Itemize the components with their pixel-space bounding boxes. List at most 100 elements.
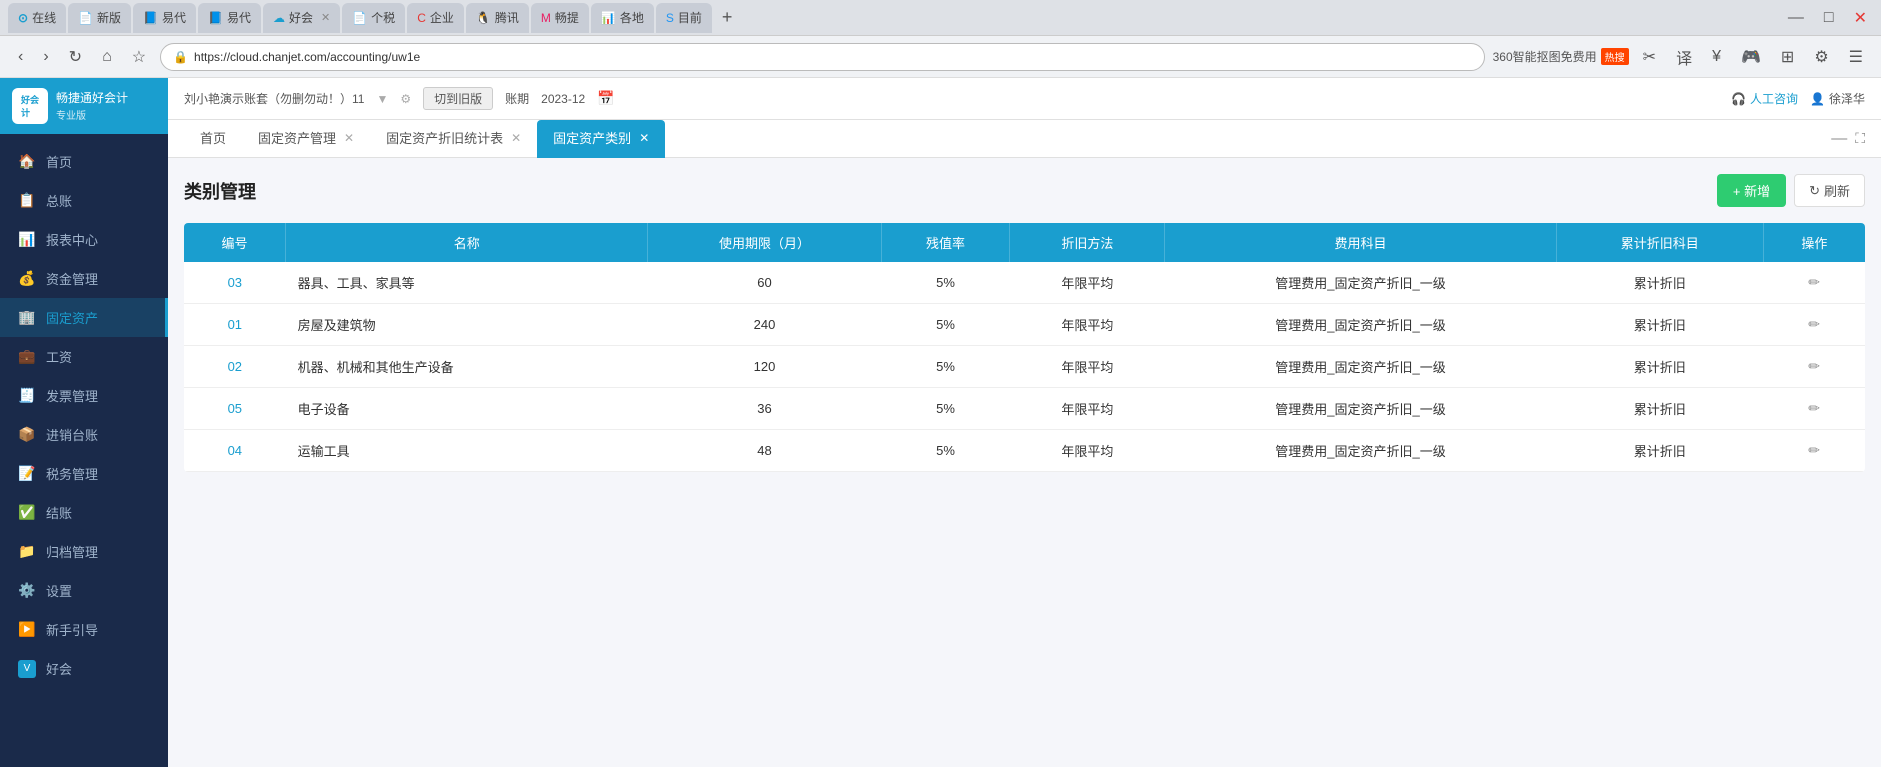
sidebar-item-guide[interactable]: ▶️ 新手引导 bbox=[0, 610, 168, 649]
cell-code-1[interactable]: 01 bbox=[184, 304, 286, 346]
period-label: 账期 bbox=[505, 90, 529, 107]
tab-close-stats[interactable]: ✕ bbox=[511, 131, 521, 145]
app-wrapper: 好会计 畅捷通好会计 专业版 🏠 首页 📋 总账 📊 报表中心 💰 资金 bbox=[0, 78, 1881, 767]
sidebar-item-reports[interactable]: 📊 报表中心 bbox=[0, 220, 168, 259]
bookmark-button[interactable]: ☆ bbox=[126, 43, 152, 71]
sidebar-item-archive[interactable]: 📁 归档管理 bbox=[0, 532, 168, 571]
browser-chrome: ⊙ 在线 📄 新版 📘 易代 📘 易代 ☁ 好会 ✕ 📄 个税 C 企业 bbox=[0, 0, 1881, 36]
sidebar-item-general-ledger[interactable]: 📋 总账 bbox=[0, 181, 168, 220]
cell-method-2: 年限平均 bbox=[1010, 346, 1165, 388]
sidebar-item-payroll[interactable]: 💼 工资 bbox=[0, 337, 168, 376]
settings-button[interactable]: ⚙ bbox=[1808, 43, 1834, 71]
cell-name-1: 房屋及建筑物 bbox=[286, 304, 648, 346]
tab-close-categories[interactable]: ✕ bbox=[639, 131, 649, 145]
forward-button[interactable]: › bbox=[37, 44, 54, 70]
cell-code-3[interactable]: 05 bbox=[184, 388, 286, 430]
page-title-bar: 类别管理 + 新增 ↻ 刷新 bbox=[184, 174, 1865, 207]
table-header-row: 编号 名称 使用期限（月） 残值率 折旧方法 费用科目 累计折旧科目 操作 bbox=[184, 223, 1865, 262]
layout-button[interactable]: ⊞ bbox=[1775, 43, 1800, 71]
cell-code-4[interactable]: 04 bbox=[184, 430, 286, 472]
sidebar-item-invoices[interactable]: 🧾 发票管理 bbox=[0, 376, 168, 415]
archive-icon: 📁 bbox=[18, 543, 36, 561]
browser-tab-muqian[interactable]: S 目前 bbox=[656, 3, 712, 33]
cell-expense-3: 管理费用_固定资产折旧_一级 bbox=[1165, 388, 1556, 430]
window-controls: — □ ✕ bbox=[1782, 6, 1873, 30]
haohui-icon: V bbox=[18, 660, 36, 678]
cell-code-2[interactable]: 02 bbox=[184, 346, 286, 388]
back-button[interactable]: ‹ bbox=[12, 44, 29, 70]
sidebar-header: 好会计 畅捷通好会计 专业版 bbox=[0, 78, 168, 134]
cell-code-0[interactable]: 03 bbox=[184, 262, 286, 304]
edit-button-4[interactable]: ✏ bbox=[1802, 440, 1826, 461]
new-tab-button[interactable]: + bbox=[714, 7, 741, 28]
browser-tab-online[interactable]: ⊙ 在线 bbox=[8, 3, 66, 33]
tab-close-haohui[interactable]: ✕ bbox=[321, 11, 330, 24]
cell-action-0: ✏ bbox=[1763, 262, 1865, 304]
sidebar-item-fixed-assets[interactable]: 🏢 固定资产 bbox=[0, 298, 168, 337]
browser-tab-yidai2[interactable]: 📘 易代 bbox=[198, 3, 261, 33]
add-category-button[interactable]: + 新增 bbox=[1717, 174, 1786, 207]
col-header-code: 编号 bbox=[184, 223, 286, 262]
browser-tab-geshui[interactable]: 📄 个税 bbox=[342, 3, 405, 33]
payroll-icon: 💼 bbox=[18, 348, 36, 366]
browser-tab-gedi[interactable]: 📊 各地 bbox=[591, 3, 654, 33]
tab-close-management[interactable]: ✕ bbox=[344, 131, 354, 145]
close-button[interactable]: ✕ bbox=[1848, 6, 1873, 30]
refresh-button[interactable]: ↻ 刷新 bbox=[1794, 174, 1865, 207]
sidebar-item-closing[interactable]: ✅ 结账 bbox=[0, 493, 168, 532]
menu-button[interactable]: ☰ bbox=[1843, 43, 1869, 71]
minimize-button[interactable]: — bbox=[1782, 7, 1810, 29]
reload-button[interactable]: ↻ bbox=[63, 43, 88, 71]
wallet-button[interactable]: ¥ bbox=[1706, 44, 1727, 70]
cut-button[interactable]: ✂ bbox=[1637, 43, 1662, 71]
browser-tab-new[interactable]: 📄 新版 bbox=[68, 3, 131, 33]
cell-period-0: 60 bbox=[648, 262, 881, 304]
report-icon: 📊 bbox=[18, 231, 36, 249]
tab-minimize-icon[interactable]: — bbox=[1831, 130, 1847, 148]
tab-fixed-assets-management[interactable]: 固定资产管理 ✕ bbox=[242, 120, 370, 158]
tax-icon: 📝 bbox=[18, 465, 36, 483]
funds-icon: 💰 bbox=[18, 270, 36, 288]
support-button[interactable]: 🎧 人工咨询 bbox=[1731, 90, 1798, 107]
browser-tab-haohui[interactable]: ☁ 好会 ✕ bbox=[263, 3, 340, 33]
col-header-period: 使用期限（月） bbox=[648, 223, 881, 262]
switch-version-button[interactable]: 切到旧版 bbox=[423, 87, 493, 110]
cell-expense-2: 管理费用_固定资产折旧_一级 bbox=[1165, 346, 1556, 388]
sidebar-item-sales-ledger[interactable]: 📦 进销台账 bbox=[0, 415, 168, 454]
edit-button-3[interactable]: ✏ bbox=[1802, 398, 1826, 419]
browser-tab-changti[interactable]: M 畅提 bbox=[531, 3, 589, 33]
dropdown-arrow[interactable]: ▼ bbox=[376, 92, 388, 106]
closing-icon: ✅ bbox=[18, 504, 36, 522]
translate-button[interactable]: 译 bbox=[1670, 41, 1698, 73]
tab-home[interactable]: 首页 bbox=[184, 120, 242, 158]
home-button[interactable]: ⌂ bbox=[96, 44, 118, 70]
cell-method-0: 年限平均 bbox=[1010, 262, 1165, 304]
maximize-button[interactable]: □ bbox=[1818, 7, 1840, 29]
sidebar-item-haohui[interactable]: V 好会 bbox=[0, 649, 168, 688]
app-logo: 好会计 bbox=[12, 88, 48, 124]
settings-small-icon[interactable]: ⚙ bbox=[400, 92, 411, 106]
calendar-icon[interactable]: 📅 bbox=[597, 90, 614, 107]
cell-expense-4: 管理费用_固定资产折旧_一级 bbox=[1165, 430, 1556, 472]
col-header-residual: 残值率 bbox=[881, 223, 1010, 262]
tab-depreciation-stats[interactable]: 固定资产折旧统计表 ✕ bbox=[370, 120, 537, 158]
col-header-action: 操作 bbox=[1763, 223, 1865, 262]
cell-name-4: 运输工具 bbox=[286, 430, 648, 472]
table-row: 05 电子设备 36 5% 年限平均 管理费用_固定资产折旧_一级 累计折旧 ✏ bbox=[184, 388, 1865, 430]
address-bar[interactable]: 🔒 https://cloud.chanjet.com/accounting/u… bbox=[160, 43, 1485, 71]
sidebar-item-tax[interactable]: 📝 税务管理 bbox=[0, 454, 168, 493]
sidebar-item-settings[interactable]: ⚙️ 设置 bbox=[0, 571, 168, 610]
sidebar-item-funds[interactable]: 💰 资金管理 bbox=[0, 259, 168, 298]
edit-button-2[interactable]: ✏ bbox=[1802, 356, 1826, 377]
tab-asset-categories[interactable]: 固定资产类别 ✕ bbox=[537, 120, 665, 158]
browser-tab-yidai1[interactable]: 📘 易代 bbox=[133, 3, 196, 33]
game-button[interactable]: 🎮 bbox=[1735, 43, 1767, 71]
sidebar-item-home[interactable]: 🏠 首页 bbox=[0, 142, 168, 181]
edit-button-0[interactable]: ✏ bbox=[1802, 272, 1826, 293]
tab-expand-icon[interactable]: ⛶ bbox=[1855, 130, 1865, 147]
user-avatar[interactable]: 👤 徐泽华 bbox=[1810, 90, 1865, 107]
cell-residual-0: 5% bbox=[881, 262, 1010, 304]
browser-tab-tengxun[interactable]: 🐧 腾讯 bbox=[466, 3, 529, 33]
browser-tab-qiye[interactable]: C 企业 bbox=[407, 3, 464, 33]
edit-button-1[interactable]: ✏ bbox=[1802, 314, 1826, 335]
